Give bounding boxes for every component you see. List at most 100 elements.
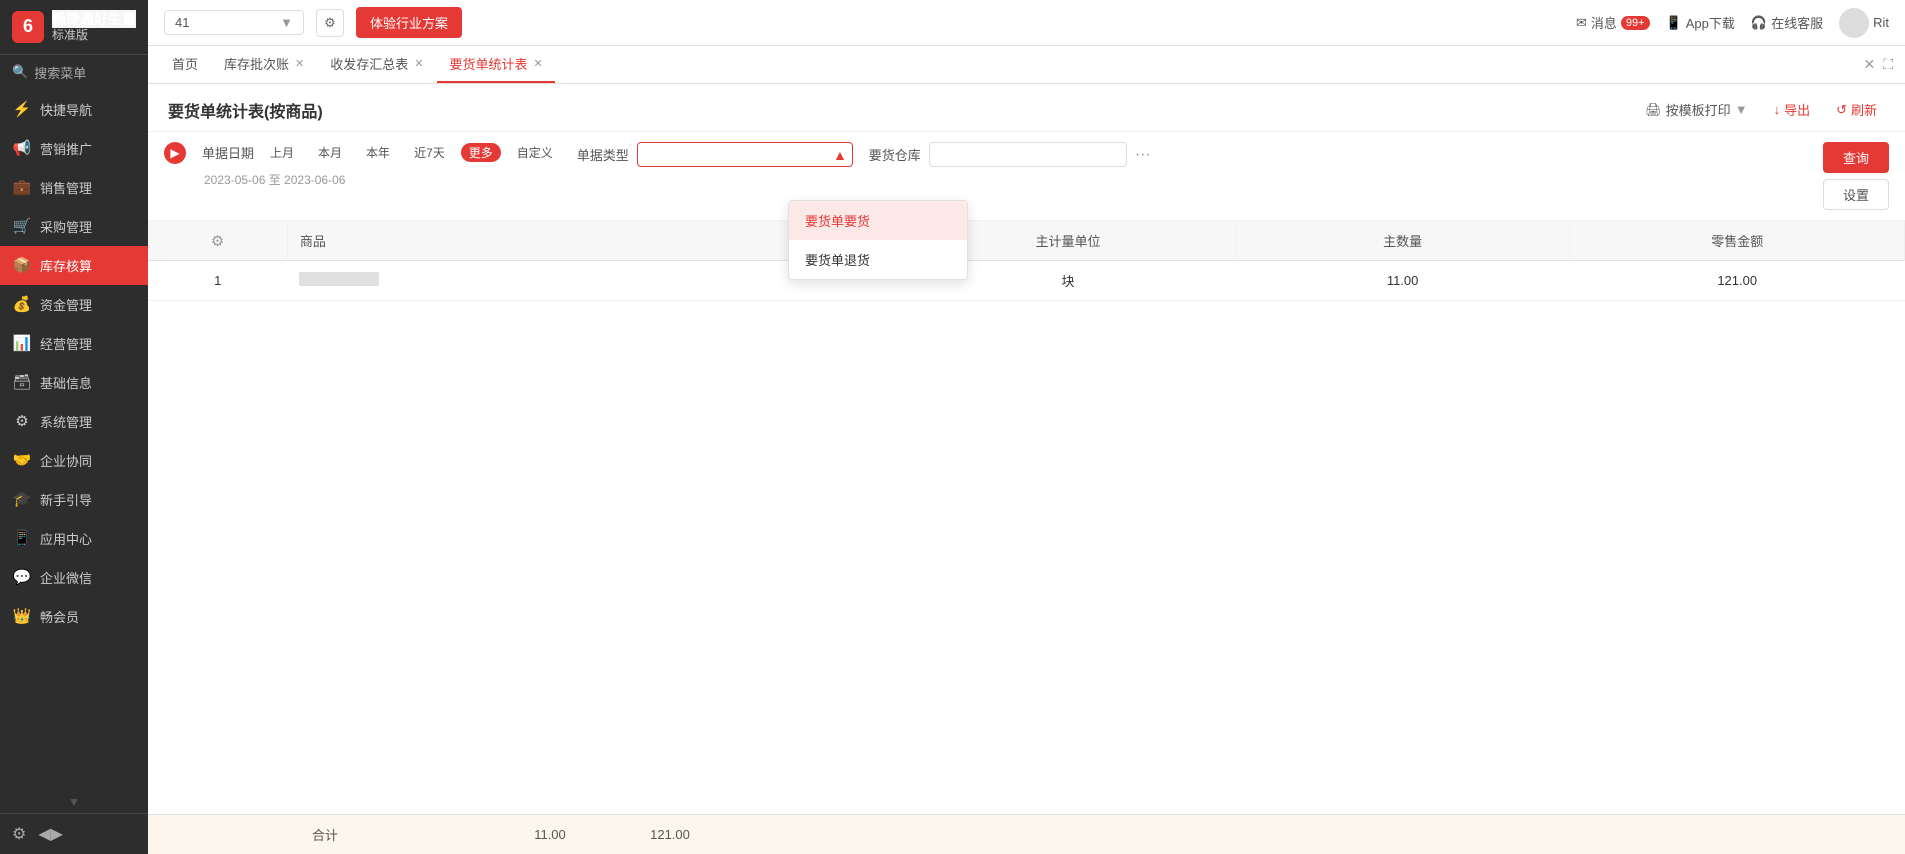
type-select-wrapper: ▲: [637, 142, 853, 167]
table-settings-icon[interactable]: ⚙: [211, 233, 224, 250]
print-btn[interactable]: 🖨 按模板打印 ▼: [1637, 96, 1755, 123]
tab-order-stats-label: 要货单统计表: [449, 54, 527, 73]
store-chevron-icon: ▼: [280, 15, 293, 30]
sidebar-item-wechat[interactable]: 💬 企业微信: [0, 558, 148, 597]
filter-bar: ▶ 单据日期 上月 本月 本年 近7天 更多 自定义 2023-05-06 至 …: [148, 132, 1905, 221]
sales-icon: 💼: [12, 178, 32, 196]
page-title-bar: 要货单统计表(按商品) 🖨 按模板打印 ▼ ↓ 导出 ↺ 刷新: [148, 84, 1905, 132]
message-icon: ✉: [1576, 15, 1587, 31]
sidebar-item-label: 资金管理: [40, 295, 92, 314]
refresh-btn[interactable]: ↺ 刷新: [1828, 96, 1885, 123]
type-dropdown-menu: 要货单要货 要货单退货: [788, 200, 968, 280]
tab-receive-summary-label: 收发存汇总表: [330, 54, 408, 73]
type-filter-row: 单据类型 ▲: [577, 142, 853, 167]
settings-btn[interactable]: 设置: [1823, 179, 1889, 210]
export-label: 导出: [1784, 100, 1810, 119]
print-label: 按模板打印: [1666, 100, 1731, 119]
sidebar-item-purchase[interactable]: 🛒 采购管理: [0, 207, 148, 246]
sidebar-item-label: 企业协同: [40, 451, 92, 470]
sidebar-item-sales[interactable]: 💼 销售管理: [0, 168, 148, 207]
footer-total-amount: 121.00: [610, 827, 730, 842]
type-label: 单据类型: [577, 145, 629, 164]
sidebar-settings-btn[interactable]: ⚙: [12, 824, 26, 844]
message-btn[interactable]: ✉ 消息 99+: [1576, 13, 1650, 32]
sidebar-item-app-center[interactable]: 📱 应用中心: [0, 519, 148, 558]
sidebar-item-inventory[interactable]: 📦 库存核算: [0, 246, 148, 285]
tab-order-stats[interactable]: 要货单统计表 ✕: [437, 47, 554, 83]
sidebar-item-enterprise[interactable]: 🤝 企业协同: [0, 441, 148, 480]
cell-qty: 11.00: [1235, 261, 1570, 301]
tab-order-stats-close[interactable]: ✕: [534, 57, 543, 70]
tab-receive-summary-close[interactable]: ✕: [414, 57, 423, 70]
sidebar-item-label: 应用中心: [40, 529, 92, 548]
preset-last-month[interactable]: 上月: [262, 142, 302, 163]
avatar: [1839, 8, 1869, 38]
col-header-num: ⚙: [148, 221, 287, 261]
user-profile[interactable]: Rit: [1839, 8, 1889, 38]
filter-collapse-btn[interactable]: ▶: [164, 142, 186, 164]
dropdown-item-order-return[interactable]: 要货单退货: [789, 240, 967, 279]
export-icon: ↓: [1774, 102, 1781, 117]
app-download-btn[interactable]: 📱 App下载: [1666, 13, 1735, 32]
sidebar-item-label: 企业微信: [40, 568, 92, 587]
header-gear-btn[interactable]: ⚙: [316, 9, 344, 37]
print-chevron-icon: ▼: [1735, 102, 1748, 117]
store-selector[interactable]: 41 ▼: [164, 10, 304, 35]
tab-close-all-btn[interactable]: ✕: [1863, 56, 1875, 73]
tab-batch-account[interactable]: 库存批次账 ✕: [212, 47, 316, 83]
sidebar-item-base-info[interactable]: 🗃 基础信息: [0, 363, 148, 402]
trial-btn[interactable]: 体验行业方案: [356, 7, 462, 38]
warehouse-more-btn[interactable]: ···: [1135, 146, 1151, 164]
search-menu[interactable]: 🔍 搜索菜单: [0, 55, 148, 90]
inventory-icon: 📦: [12, 256, 32, 274]
sidebar-item-operations[interactable]: 📊 经营管理: [0, 324, 148, 363]
sidebar-item-label: 营销推广: [40, 139, 92, 158]
col-header-qty: 主数量: [1235, 221, 1570, 261]
sidebar-item-sys-manage[interactable]: ⚙ 系统管理: [0, 402, 148, 441]
preset-this-month[interactable]: 本月: [310, 142, 350, 163]
refresh-label: 刷新: [1851, 100, 1877, 119]
dropdown-item-order-goods[interactable]: 要货单要货: [789, 201, 967, 240]
cell-num: 1: [148, 261, 287, 301]
vip-icon: 👑: [12, 607, 32, 625]
tab-expand-btn[interactable]: ⛶: [1883, 56, 1893, 73]
type-select-input[interactable]: [637, 142, 853, 167]
sidebar: 6 畅捷通好生意 标准版 🔍 搜索菜单 ⚡ 快捷导航 📢 营销推广 💼 销售管理…: [0, 0, 148, 854]
warehouse-input[interactable]: [929, 142, 1127, 167]
sidebar-item-guide[interactable]: 🎓 新手引导: [0, 480, 148, 519]
sidebar-item-marketing[interactable]: 📢 营销推广: [0, 129, 148, 168]
export-btn[interactable]: ↓ 导出: [1766, 96, 1819, 123]
goods-placeholder: [299, 272, 379, 286]
tab-receive-summary[interactable]: 收发存汇总表 ✕: [318, 47, 435, 83]
base-info-icon: 🗃: [12, 373, 32, 391]
sidebar-item-label: 畅会员: [40, 607, 79, 626]
sidebar-item-vip[interactable]: 👑 畅会员: [0, 597, 148, 636]
sidebar-item-label: 基础信息: [40, 373, 92, 392]
sidebar-item-quick-nav[interactable]: ⚡ 快捷导航: [0, 90, 148, 129]
tab-home[interactable]: 首页: [160, 47, 210, 83]
online-service-btn[interactable]: 🎧 在线客服: [1751, 13, 1823, 32]
sys-icon: ⚙: [12, 412, 32, 430]
preset-custom[interactable]: 自定义: [509, 142, 561, 163]
sidebar-collapse-btn[interactable]: ◀▶: [38, 824, 63, 844]
online-service-label: 在线客服: [1771, 13, 1823, 32]
print-icon: 🖨: [1645, 102, 1662, 118]
preset-this-year[interactable]: 本年: [358, 142, 398, 163]
query-btn[interactable]: 查询: [1823, 142, 1889, 173]
page-title: 要货单统计表(按商品): [168, 98, 323, 122]
tab-batch-account-close[interactable]: ✕: [295, 57, 304, 70]
top-header: 41 ▼ ⚙ 体验行业方案 ✉ 消息 99+ 📱 App下载 🎧 在线客服 Ri…: [148, 0, 1905, 46]
type-filter-group: 单据类型 ▲: [577, 142, 853, 167]
sidebar-item-label: 系统管理: [40, 412, 92, 431]
operations-icon: 📊: [12, 334, 32, 352]
tab-bar: 首页 库存批次账 ✕ 收发存汇总表 ✕ 要货单统计表 ✕ ✕ ⛶: [148, 46, 1905, 84]
app-download-icon: 📱: [1666, 15, 1682, 31]
page-actions: 🖨 按模板打印 ▼ ↓ 导出 ↺ 刷新: [1637, 96, 1885, 123]
warehouse-label: 要货仓库: [869, 145, 921, 164]
preset-7days[interactable]: 近7天: [406, 142, 453, 163]
message-label: 消息: [1591, 13, 1617, 32]
table-row: 1 块 11.00 121.00: [148, 261, 1905, 301]
sidebar-item-finance[interactable]: 💰 资金管理: [0, 285, 148, 324]
sidebar-scroll-down[interactable]: ▼: [0, 791, 148, 813]
preset-more[interactable]: 更多: [461, 143, 501, 162]
